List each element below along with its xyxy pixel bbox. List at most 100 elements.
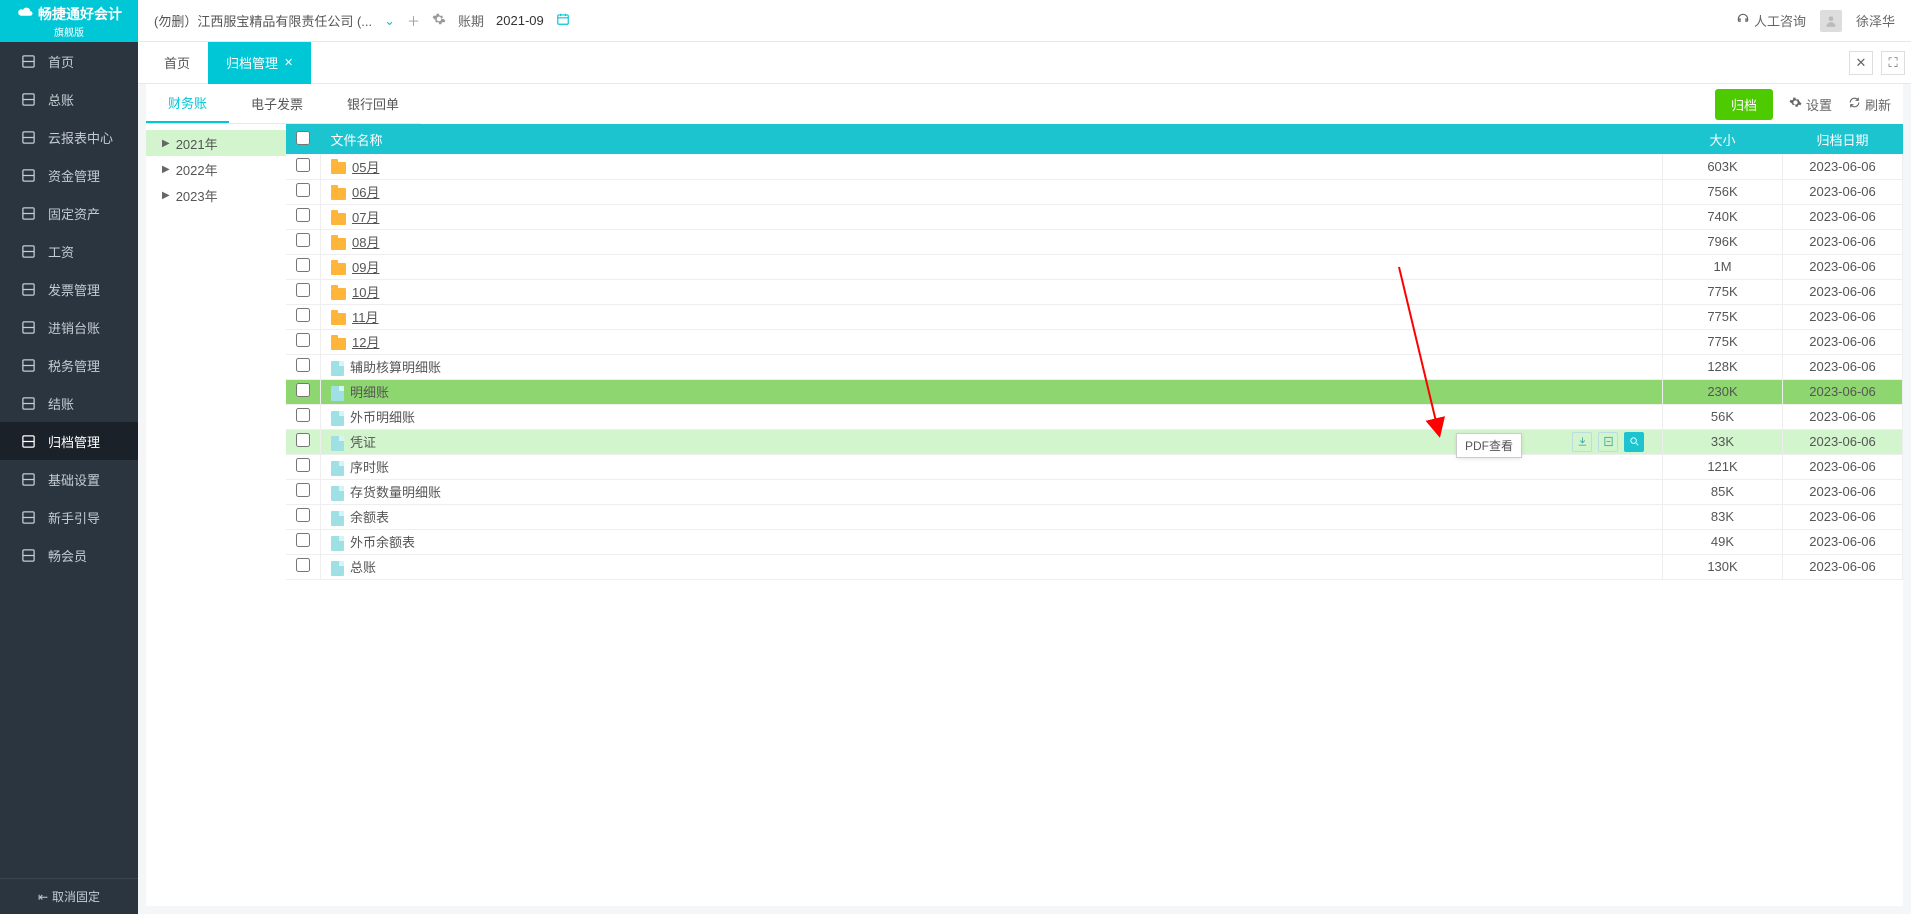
- file-name[interactable]: 存货数量明细账: [350, 485, 441, 500]
- file-date: 2023-06-06: [1783, 304, 1903, 329]
- nav-item-8[interactable]: 税务管理: [0, 346, 138, 384]
- nav-item-4[interactable]: 固定资产: [0, 194, 138, 232]
- download-icon[interactable]: [1572, 432, 1592, 452]
- tree-item-1[interactable]: ▶2022年: [146, 156, 286, 182]
- file-name[interactable]: 06月: [352, 185, 379, 200]
- file-name[interactable]: 总账: [350, 560, 376, 575]
- file-name[interactable]: 外币余额表: [350, 535, 415, 550]
- row-checkbox[interactable]: [296, 283, 310, 297]
- file-name[interactable]: 序时账: [350, 460, 389, 475]
- row-checkbox[interactable]: [296, 433, 310, 447]
- file-name[interactable]: 辅助核算明细账: [350, 360, 441, 375]
- calendar-icon[interactable]: [556, 12, 570, 29]
- avatar[interactable]: [1820, 10, 1842, 32]
- file-name[interactable]: 07月: [352, 210, 379, 225]
- table-row[interactable]: 10月775K2023-06-06: [286, 279, 1903, 304]
- subtab-1[interactable]: 电子发票: [229, 84, 325, 123]
- nav-item-10[interactable]: 归档管理: [0, 422, 138, 460]
- archive-button[interactable]: 归档: [1715, 89, 1773, 120]
- file-name[interactable]: 凭证: [350, 435, 376, 450]
- table-row[interactable]: 外币余额表49K2023-06-06: [286, 529, 1903, 554]
- refresh-button[interactable]: 刷新: [1848, 95, 1891, 114]
- consult-link[interactable]: 人工咨询: [1736, 11, 1806, 30]
- sidebar: 畅捷通好会计 旗舰版 首页总账云报表中心资金管理固定资产工资发票管理进销台账税务…: [0, 0, 138, 914]
- file-name[interactable]: 08月: [352, 235, 379, 250]
- file-name[interactable]: 05月: [352, 160, 379, 175]
- row-checkbox[interactable]: [296, 258, 310, 272]
- row-checkbox[interactable]: [296, 533, 310, 547]
- pdf-view-icon[interactable]: [1624, 432, 1644, 452]
- file-name[interactable]: 外币明细账: [350, 410, 415, 425]
- table-row[interactable]: 明细账230K2023-06-06: [286, 379, 1903, 404]
- tab-0[interactable]: 首页: [146, 42, 208, 84]
- row-checkbox[interactable]: [296, 158, 310, 172]
- row-checkbox[interactable]: [296, 383, 310, 397]
- caret-icon: ▶: [162, 138, 170, 149]
- tree-item-0[interactable]: ▶2021年: [146, 130, 286, 156]
- subtab-2[interactable]: 银行回单: [325, 84, 421, 123]
- gear-icon[interactable]: [432, 12, 446, 29]
- stock-icon: [20, 319, 36, 335]
- row-checkbox[interactable]: [296, 358, 310, 372]
- user-name[interactable]: 徐泽华: [1856, 11, 1895, 30]
- row-checkbox[interactable]: [296, 183, 310, 197]
- table-row[interactable]: 序时账121K2023-06-06: [286, 454, 1903, 479]
- table-row[interactable]: 11月775K2023-06-06: [286, 304, 1903, 329]
- row-checkbox[interactable]: [296, 558, 310, 572]
- nav-item-3[interactable]: 资金管理: [0, 156, 138, 194]
- row-checkbox[interactable]: [296, 483, 310, 497]
- nav-item-2[interactable]: 云报表中心: [0, 118, 138, 156]
- file-name[interactable]: 余额表: [350, 510, 389, 525]
- table-row[interactable]: 总账130K2023-06-06: [286, 554, 1903, 579]
- tab-1[interactable]: 归档管理 ✕: [208, 42, 311, 84]
- nav-item-12[interactable]: 新手引导: [0, 498, 138, 536]
- file-name[interactable]: 明细账: [350, 385, 389, 400]
- table-row[interactable]: 12月775K2023-06-06: [286, 329, 1903, 354]
- file-name[interactable]: 12月: [352, 335, 379, 350]
- file-name[interactable]: 11月: [352, 310, 379, 325]
- nav-item-11[interactable]: 基础设置: [0, 460, 138, 498]
- table-row[interactable]: 07月740K2023-06-06: [286, 204, 1903, 229]
- select-all-checkbox[interactable]: [296, 131, 310, 145]
- company-selector[interactable]: (勿删）江西服宝精品有限责任公司 (...: [154, 11, 372, 30]
- nav-item-6[interactable]: 发票管理: [0, 270, 138, 308]
- close-icon[interactable]: ✕: [284, 56, 293, 69]
- table-row[interactable]: 存货数量明细账85K2023-06-06: [286, 479, 1903, 504]
- row-checkbox[interactable]: [296, 408, 310, 422]
- row-checkbox[interactable]: [296, 458, 310, 472]
- table-row[interactable]: 09月1M2023-06-06: [286, 254, 1903, 279]
- row-checkbox[interactable]: [296, 233, 310, 247]
- tab-label: 归档管理: [226, 53, 278, 72]
- table-row[interactable]: 08月796K2023-06-06: [286, 229, 1903, 254]
- nav-item-5[interactable]: 工资: [0, 232, 138, 270]
- chevron-down-icon[interactable]: ⌄: [384, 13, 395, 29]
- table-row[interactable]: 凭证33K2023-06-06: [286, 429, 1903, 454]
- file-date: 2023-06-06: [1783, 479, 1903, 504]
- nav-item-13[interactable]: 畅会员: [0, 536, 138, 574]
- table-row[interactable]: 06月756K2023-06-06: [286, 179, 1903, 204]
- pdf-icon[interactable]: [1598, 432, 1618, 452]
- table-row[interactable]: 余额表83K2023-06-06: [286, 504, 1903, 529]
- sidebar-pin-toggle[interactable]: ⇤ 取消固定: [0, 878, 138, 914]
- nav-item-9[interactable]: 结账: [0, 384, 138, 422]
- table-row[interactable]: 辅助核算明细账128K2023-06-06: [286, 354, 1903, 379]
- fullscreen-button[interactable]: ⛶: [1881, 51, 1905, 75]
- table-row[interactable]: 外币明细账56K2023-06-06: [286, 404, 1903, 429]
- close-button[interactable]: ✕: [1849, 51, 1873, 75]
- period-value[interactable]: 2021-09: [496, 13, 544, 28]
- row-checkbox[interactable]: [296, 208, 310, 222]
- logo[interactable]: 畅捷通好会计 旗舰版: [0, 0, 138, 42]
- nav-item-1[interactable]: 总账: [0, 80, 138, 118]
- file-name[interactable]: 09月: [352, 260, 379, 275]
- nav-item-7[interactable]: 进销台账: [0, 308, 138, 346]
- nav-item-0[interactable]: 首页: [0, 42, 138, 80]
- tree-item-2[interactable]: ▶2023年: [146, 182, 286, 208]
- row-checkbox[interactable]: [296, 333, 310, 347]
- add-icon[interactable]: ＋: [407, 11, 420, 30]
- subtab-0[interactable]: 财务账: [146, 84, 229, 123]
- row-checkbox[interactable]: [296, 308, 310, 322]
- settings-button[interactable]: 设置: [1789, 95, 1832, 114]
- file-name[interactable]: 10月: [352, 285, 379, 300]
- row-checkbox[interactable]: [296, 508, 310, 522]
- table-row[interactable]: 05月603K2023-06-06: [286, 154, 1903, 179]
